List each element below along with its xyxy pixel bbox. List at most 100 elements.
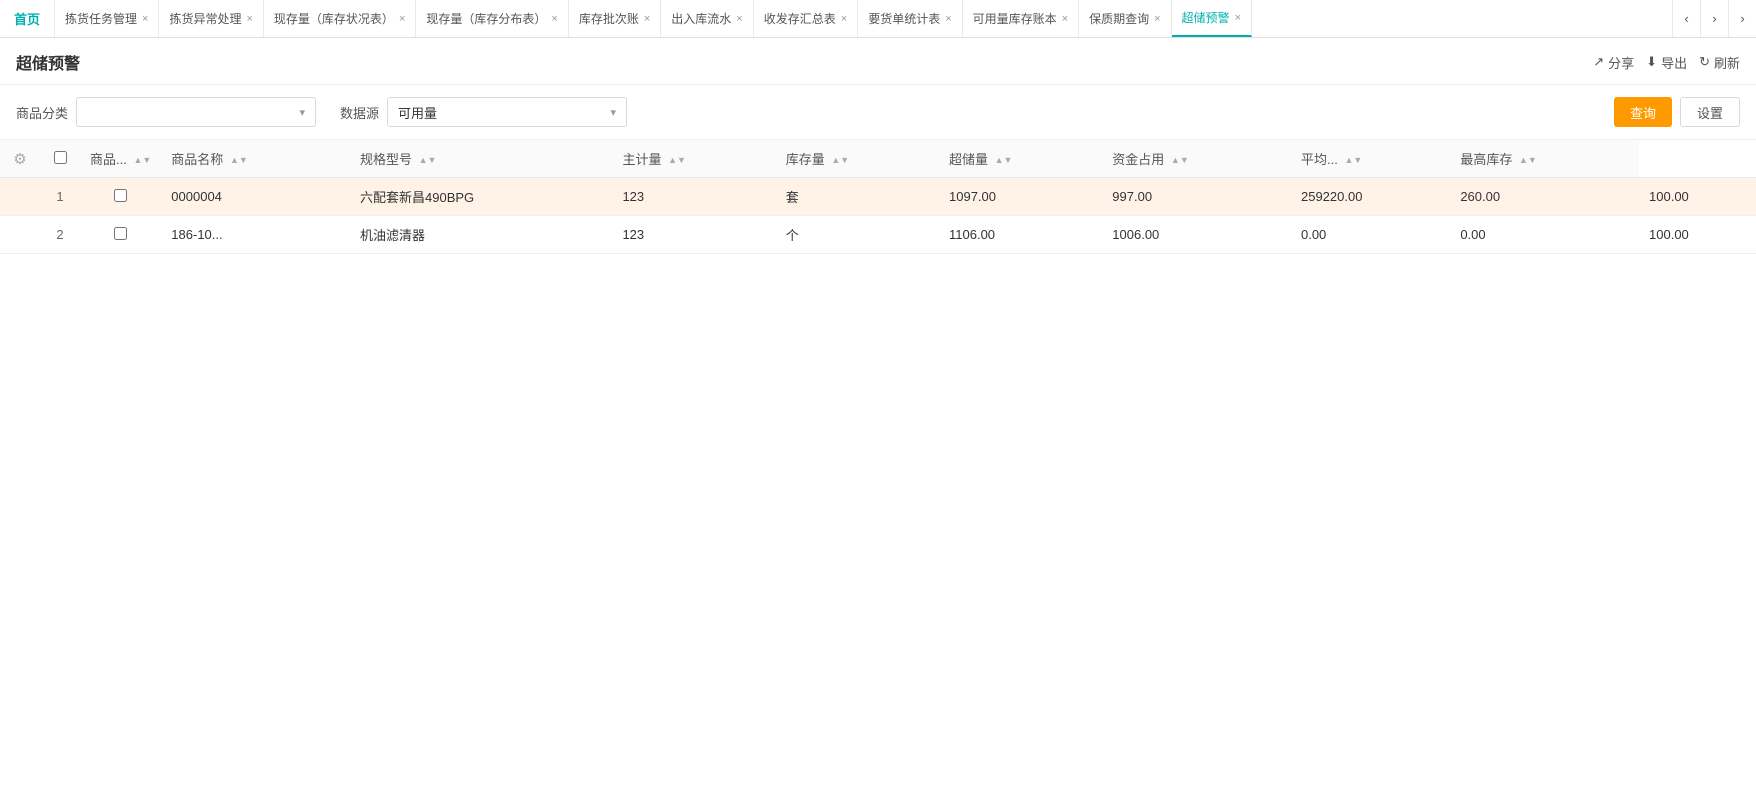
nav-more-arrow[interactable]: ›: [1728, 0, 1756, 38]
col-overstock-header[interactable]: 超储量 ▲▼: [939, 140, 1102, 178]
filter-actions: 查询 设置: [1614, 97, 1740, 127]
nav-tab-close-2[interactable]: ×: [399, 13, 405, 25]
nav-tab-2[interactable]: 现存量（库存状况表） ×: [264, 0, 416, 37]
nav-tab-1[interactable]: 拣货异常处理×: [159, 0, 263, 37]
nav-tab-label: 收发存汇总表: [764, 10, 836, 27]
row-spec: 123: [612, 178, 775, 216]
nav-tab-close-6[interactable]: ×: [841, 13, 847, 25]
nav-tab-4[interactable]: 库存批次账 ×: [569, 0, 661, 37]
query-button[interactable]: 查询: [1614, 97, 1672, 127]
col-max-header[interactable]: 最高库存 ▲▼: [1450, 140, 1639, 178]
nav-tab-9[interactable]: 保质期查询×: [1079, 0, 1171, 37]
row-code: 0000004: [161, 178, 350, 216]
nav-tab-close-0[interactable]: ×: [142, 13, 148, 25]
sort-avg-icon: ▲▼: [1344, 156, 1362, 165]
page-title: 超储预警: [16, 50, 80, 74]
sort-capital-icon: ▲▼: [1171, 156, 1189, 165]
row-capital: 259220.00: [1291, 178, 1450, 216]
nav-tab-close-1[interactable]: ×: [246, 13, 252, 25]
nav-tab-close-10[interactable]: ×: [1235, 12, 1241, 24]
nav-tab-label: 出入库流水: [671, 10, 731, 27]
datasource-select[interactable]: 可用量 ▾: [387, 97, 627, 127]
datasource-filter: 数据源 可用量 ▾: [340, 97, 627, 127]
nav-tab-0[interactable]: 拣货任务管理 ×: [55, 0, 159, 37]
datasource-chevron-icon: ▾: [611, 106, 617, 119]
refresh-icon: ↻: [1699, 54, 1710, 70]
nav-tab-7[interactable]: 要货单统计表×: [858, 0, 962, 37]
datasource-label: 数据源: [340, 103, 379, 122]
table-container: ⚙ 商品... ▲▼ 商品名称 ▲▼ 规格型号 ▲▼: [0, 140, 1756, 254]
table-header-row: ⚙ 商品... ▲▼ 商品名称 ▲▼ 规格型号 ▲▼: [0, 140, 1756, 178]
filter-bar: 商品分类 ▾ 数据源 可用量 ▾ 查询 设置: [0, 85, 1756, 140]
sort-spec-icon: ▲▼: [419, 156, 437, 165]
sort-stock-icon: ▲▼: [831, 156, 849, 165]
data-table: ⚙ 商品... ▲▼ 商品名称 ▲▼ 规格型号 ▲▼: [0, 140, 1756, 254]
share-button[interactable]: ↗ 分享: [1593, 53, 1634, 72]
nav-tab-8[interactable]: 可用量库存账本×: [963, 0, 1079, 37]
row-code: 186-10...: [161, 216, 350, 254]
row-stock: 1097.00: [939, 178, 1102, 216]
nav-tab-close-8[interactable]: ×: [1062, 13, 1068, 25]
sort-max-icon: ▲▼: [1519, 156, 1537, 165]
col-stock-header[interactable]: 库存量 ▲▼: [776, 140, 939, 178]
table-row: 1 0000004 六配套新昌490BPG 123 套 1097.00 997.…: [0, 178, 1756, 216]
refresh-button[interactable]: ↻ 刷新: [1699, 53, 1740, 72]
share-icon: ↗: [1593, 54, 1604, 70]
col-capital-header[interactable]: 资金占用 ▲▼: [1102, 140, 1291, 178]
row-num: 2: [40, 216, 80, 254]
row-unit: 个: [776, 216, 939, 254]
nav-left-arrow[interactable]: ‹: [1672, 0, 1700, 38]
category-select[interactable]: ▾: [76, 97, 316, 127]
row-settings-cell: [0, 178, 40, 216]
sort-name-icon: ▲▼: [230, 156, 248, 165]
export-icon: ⬇: [1646, 54, 1657, 70]
nav-arrows: ‹ › ›: [1672, 0, 1756, 38]
category-label: 商品分类: [16, 103, 68, 122]
nav-right-arrow[interactable]: ›: [1700, 0, 1728, 38]
row-settings-cell: [0, 216, 40, 254]
nav-tab-label: 超储预警: [1182, 9, 1230, 26]
row-overstock: 997.00: [1102, 178, 1291, 216]
nav-tab-label: 拣货任务管理: [65, 10, 137, 27]
sort-unit-icon: ▲▼: [668, 156, 686, 165]
col-spec-header[interactable]: 规格型号 ▲▼: [350, 140, 612, 178]
settings-button[interactable]: 设置: [1680, 97, 1740, 127]
row-max: 100.00: [1639, 178, 1756, 216]
row-checkbox-0[interactable]: [114, 189, 127, 202]
col-unit-header[interactable]: 主计量 ▲▼: [612, 140, 775, 178]
nav-tab-close-4[interactable]: ×: [644, 13, 650, 25]
col-avg-header[interactable]: 平均... ▲▼: [1291, 140, 1450, 178]
category-chevron-icon: ▾: [299, 106, 305, 119]
nav-tab-3[interactable]: 现存量（库存分布表）×: [416, 0, 568, 37]
nav-tab-close-9[interactable]: ×: [1154, 13, 1160, 25]
nav-tab-close-5[interactable]: ×: [736, 13, 742, 25]
nav-tab-close-7[interactable]: ×: [945, 13, 951, 25]
datasource-value: 可用量: [398, 103, 437, 122]
nav-tab-label: 库存批次账: [579, 10, 639, 27]
export-button[interactable]: ⬇ 导出: [1646, 53, 1687, 72]
row-name: 机油滤清器: [350, 216, 612, 254]
col-name-header[interactable]: 商品名称 ▲▼: [161, 140, 350, 178]
sort-code-icon: ▲▼: [133, 156, 151, 165]
row-checkbox-cell: [80, 178, 161, 216]
row-checkbox-cell: [80, 216, 161, 254]
col-code-header[interactable]: 商品... ▲▼: [80, 140, 161, 178]
table-row: 2 186-10... 机油滤清器 123 个 1106.00 1006.00 …: [0, 216, 1756, 254]
row-spec: 123: [612, 216, 775, 254]
nav-tab-close-3[interactable]: ×: [551, 13, 557, 25]
header-actions: ↗ 分享 ⬇ 导出 ↻ 刷新: [1593, 53, 1740, 72]
nav-tab-6[interactable]: 收发存汇总表 ×: [754, 0, 858, 37]
col-checkbox-header: [40, 140, 80, 178]
row-stock: 1106.00: [939, 216, 1102, 254]
row-num: 1: [40, 178, 80, 216]
nav-home[interactable]: 首页: [0, 0, 55, 37]
nav-tab-5[interactable]: 出入库流水 ×: [661, 0, 753, 37]
nav-tab-label: 现存量（库存状况表）: [274, 10, 394, 27]
select-all-checkbox[interactable]: [54, 151, 67, 164]
table-settings-icon[interactable]: ⚙: [13, 151, 26, 168]
nav-tab-10[interactable]: 超储预警 ×: [1172, 0, 1252, 37]
row-max: 100.00: [1639, 216, 1756, 254]
row-overstock: 1006.00: [1102, 216, 1291, 254]
row-avg: 260.00: [1450, 178, 1639, 216]
row-checkbox-1[interactable]: [114, 227, 127, 240]
